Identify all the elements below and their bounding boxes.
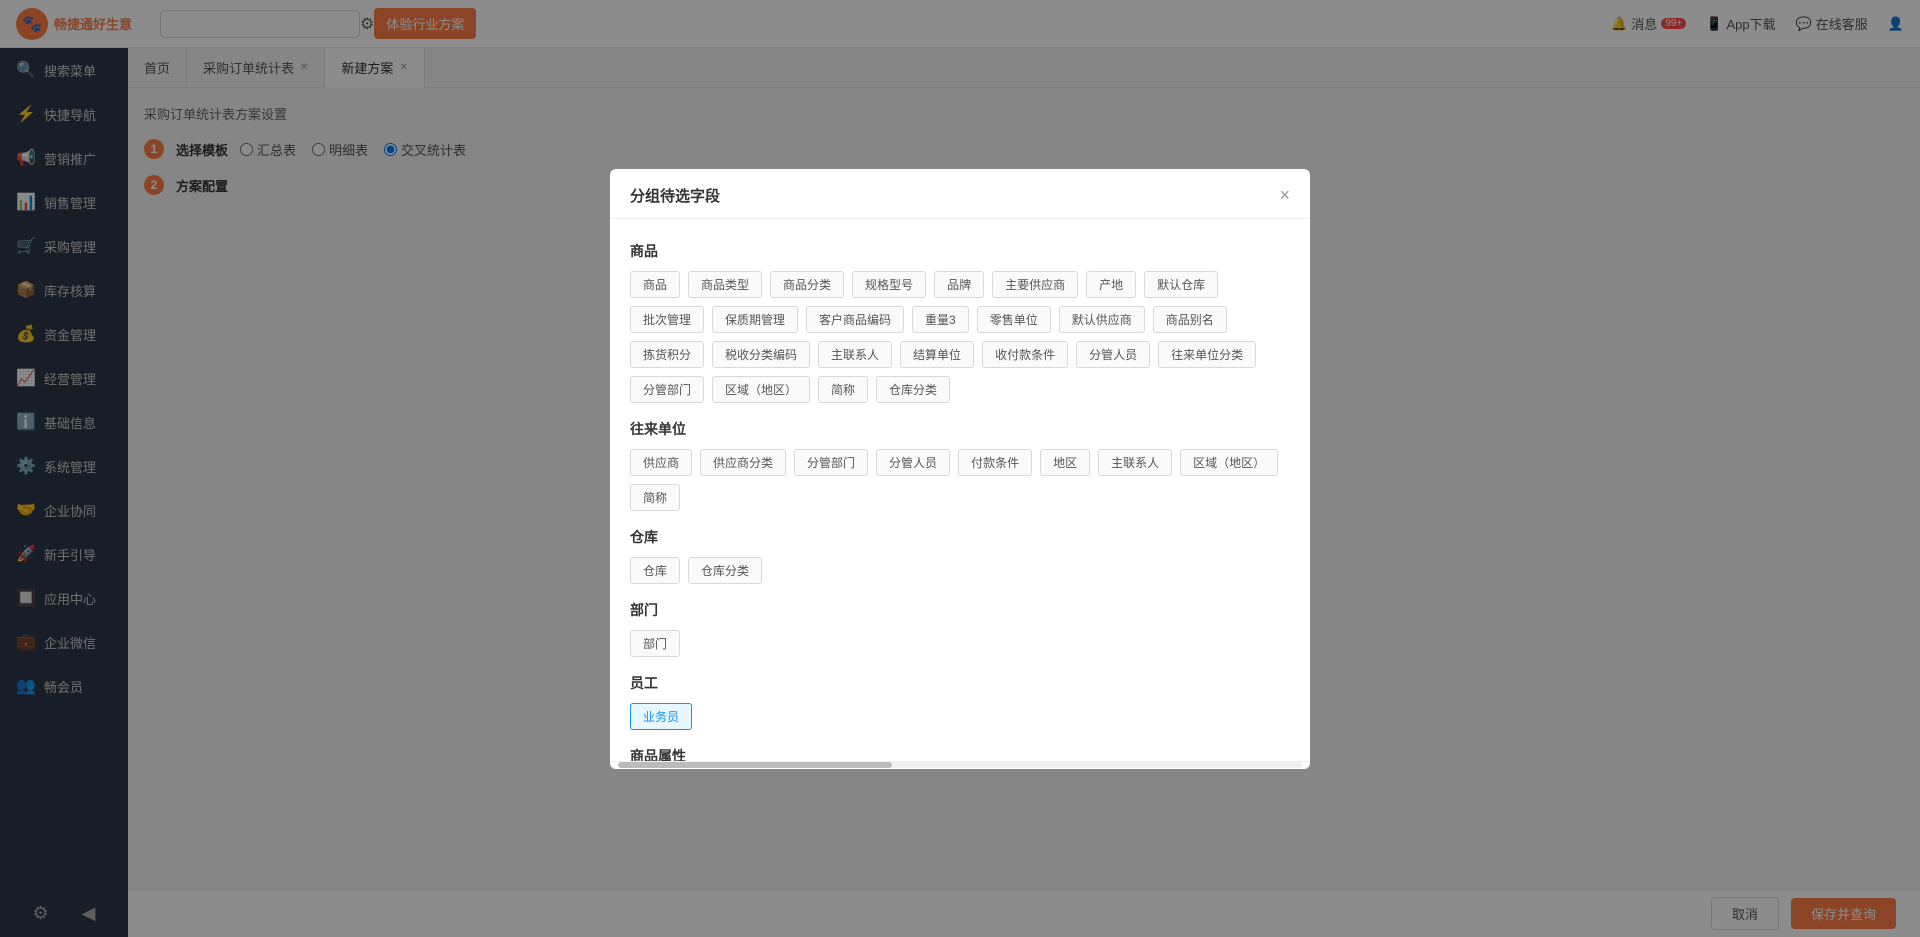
tag-往来单位分类[interactable]: 往来单位分类 [1158, 341, 1256, 368]
modal-title: 分组待选字段 [630, 185, 720, 206]
modal-body: 商品商品商品类型商品分类规格型号品牌主要供应商产地默认仓库批次管理保质期管理客户… [610, 219, 1310, 762]
tag-仓库[interactable]: 仓库 [630, 557, 680, 584]
tag-付款条件[interactable]: 付款条件 [958, 449, 1032, 476]
section-title-warehouse: 仓库 [630, 527, 1290, 547]
tag-业务员[interactable]: 业务员 [630, 703, 692, 730]
tag-商品[interactable]: 商品 [630, 271, 680, 298]
tag-规格型号[interactable]: 规格型号 [852, 271, 926, 298]
tag-供应商[interactable]: 供应商 [630, 449, 692, 476]
tag-重量3[interactable]: 重量3 [912, 306, 969, 333]
section-title-product: 商品 [630, 241, 1290, 261]
tag-商品别名[interactable]: 商品别名 [1153, 306, 1227, 333]
tag-主联系人[interactable]: 主联系人 [1098, 449, 1172, 476]
tag-批次管理[interactable]: 批次管理 [630, 306, 704, 333]
tag-区域（地区）[interactable]: 区域（地区） [1180, 449, 1278, 476]
tag-客户商品编码[interactable]: 客户商品编码 [806, 306, 904, 333]
tag-保质期管理[interactable]: 保质期管理 [712, 306, 798, 333]
modal-overlay: 分组待选字段 × 商品商品商品类型商品分类规格型号品牌主要供应商产地默认仓库批次… [0, 0, 1920, 937]
tag-税收分类编码[interactable]: 税收分类编码 [712, 341, 810, 368]
tag-分管部门[interactable]: 分管部门 [630, 376, 704, 403]
tag-grid-warehouse: 仓库仓库分类 [630, 557, 1290, 584]
tag-简称[interactable]: 简称 [630, 484, 680, 511]
tag-分管部门[interactable]: 分管部门 [794, 449, 868, 476]
tag-grid-product: 商品商品类型商品分类规格型号品牌主要供应商产地默认仓库批次管理保质期管理客户商品… [630, 271, 1290, 403]
section-title-partner: 往来单位 [630, 419, 1290, 439]
tag-仓库分类[interactable]: 仓库分类 [876, 376, 950, 403]
tag-品牌[interactable]: 品牌 [934, 271, 984, 298]
tag-结算单位[interactable]: 结算单位 [900, 341, 974, 368]
tag-商品分类[interactable]: 商品分类 [770, 271, 844, 298]
tag-grid-department: 部门 [630, 630, 1290, 657]
hscroll-thumb [618, 762, 892, 768]
section-title-department: 部门 [630, 600, 1290, 620]
tag-商品类型[interactable]: 商品类型 [688, 271, 762, 298]
tag-grid-staff: 业务员 [630, 703, 1290, 730]
tag-分管人员[interactable]: 分管人员 [876, 449, 950, 476]
tag-部门[interactable]: 部门 [630, 630, 680, 657]
tag-分管人员[interactable]: 分管人员 [1076, 341, 1150, 368]
tag-主联系人[interactable]: 主联系人 [818, 341, 892, 368]
modal: 分组待选字段 × 商品商品商品类型商品分类规格型号品牌主要供应商产地默认仓库批次… [610, 169, 1310, 769]
tag-简称[interactable]: 简称 [818, 376, 868, 403]
modal-close-button[interactable]: × [1279, 185, 1290, 206]
tag-拣货积分[interactable]: 拣货积分 [630, 341, 704, 368]
modal-hscroll[interactable] [610, 761, 1310, 768]
tag-零售单位[interactable]: 零售单位 [977, 306, 1051, 333]
modal-header: 分组待选字段 × [610, 169, 1310, 219]
tag-默认仓库[interactable]: 默认仓库 [1144, 271, 1218, 298]
section-title-product-attr: 商品属性 [630, 746, 1290, 762]
tag-产地[interactable]: 产地 [1086, 271, 1136, 298]
section-title-staff: 员工 [630, 673, 1290, 693]
tag-grid-partner: 供应商供应商分类分管部门分管人员付款条件地区主联系人区域（地区） 简称 [630, 449, 1290, 511]
hscroll-track [618, 762, 1302, 768]
tag-主要供应商[interactable]: 主要供应商 [992, 271, 1078, 298]
tag-供应商分类[interactable]: 供应商分类 [700, 449, 786, 476]
tag-默认供应商[interactable]: 默认供应商 [1059, 306, 1145, 333]
tag-地区[interactable]: 地区 [1040, 449, 1090, 476]
tag-收付款条件[interactable]: 收付款条件 [982, 341, 1068, 368]
tag-区域（地区）[interactable]: 区域（地区） [712, 376, 810, 403]
tag-仓库分类[interactable]: 仓库分类 [688, 557, 762, 584]
